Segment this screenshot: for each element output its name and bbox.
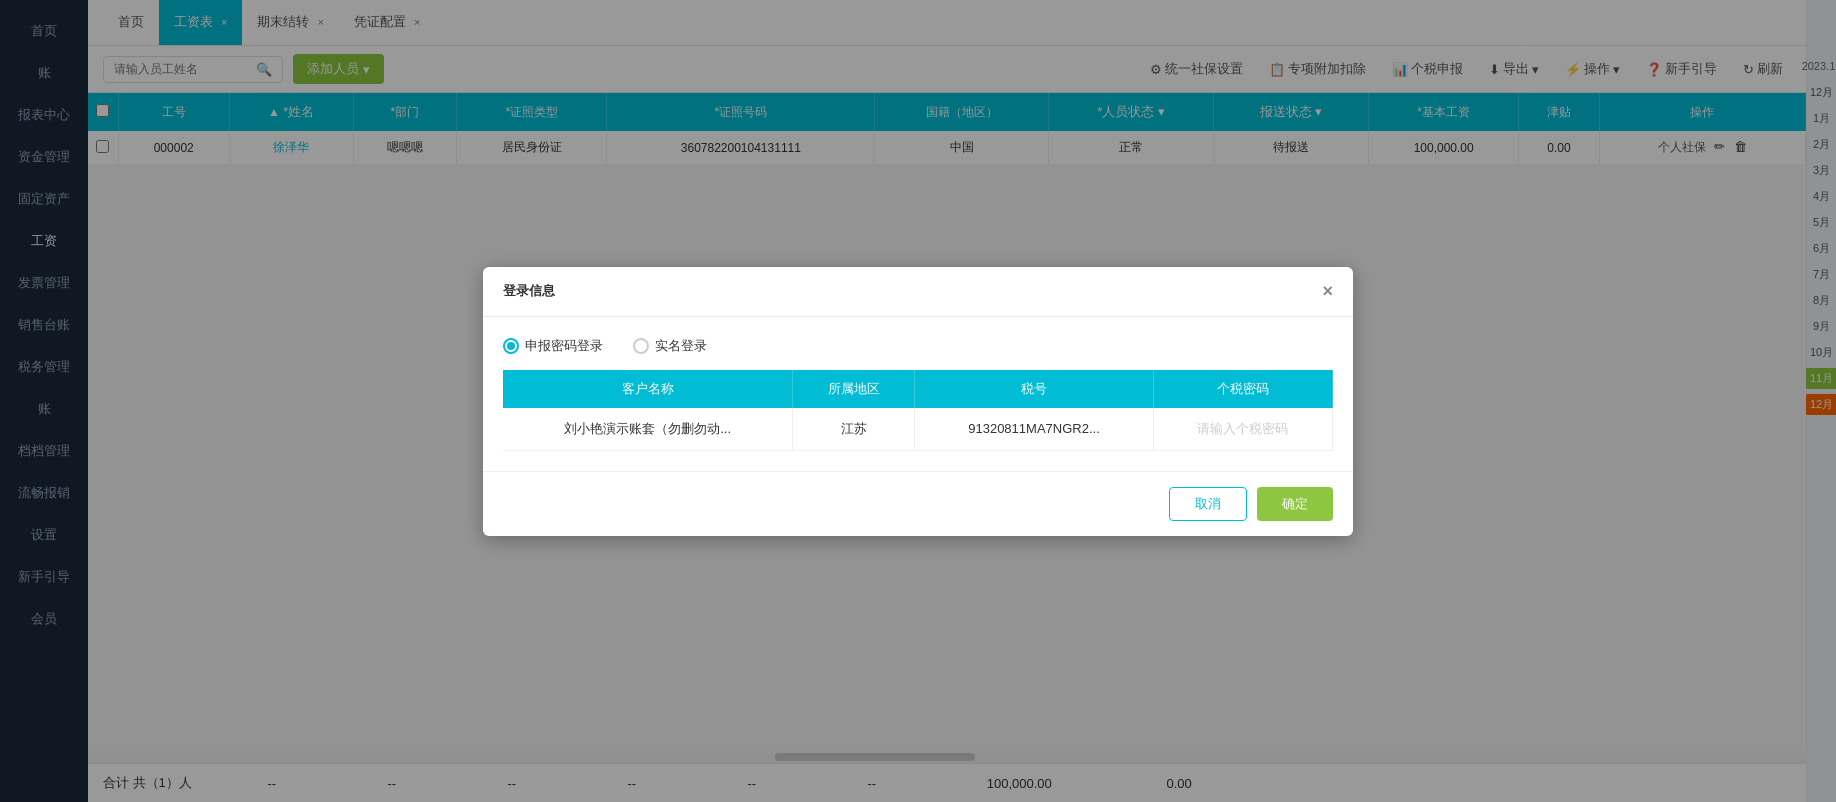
- confirm-button[interactable]: 确定: [1257, 487, 1333, 521]
- password-cell[interactable]: 请输入个税密码: [1153, 408, 1332, 451]
- radio-password-login[interactable]: 申报密码登录: [503, 337, 603, 355]
- tax-number-cell: 91320811MA7NGR2...: [915, 408, 1154, 451]
- customer-name-cell: 刘小艳演示账套（勿删勿动...: [503, 408, 793, 451]
- cancel-button[interactable]: 取消: [1169, 487, 1247, 521]
- radio-password-icon: [503, 338, 519, 354]
- col-region: 所属地区: [793, 370, 915, 408]
- region-cell: 江苏: [793, 408, 915, 451]
- dialog-overlay: 登录信息 × 申报密码登录 实名登录 客户名称 所属地区: [0, 0, 1836, 802]
- dialog-close-button[interactable]: ×: [1322, 281, 1333, 302]
- radio-realname-login[interactable]: 实名登录: [633, 337, 707, 355]
- dialog-table: 客户名称 所属地区 税号 个税密码 刘小艳演示账套（勿删勿动... 江苏 913…: [503, 370, 1333, 451]
- login-dialog: 登录信息 × 申报密码登录 实名登录 客户名称 所属地区: [483, 267, 1353, 536]
- radio-realname-icon: [633, 338, 649, 354]
- col-password: 个税密码: [1153, 370, 1332, 408]
- dialog-title: 登录信息: [503, 282, 555, 300]
- col-customer-name: 客户名称: [503, 370, 793, 408]
- col-tax-number: 税号: [915, 370, 1154, 408]
- dialog-table-row: 刘小艳演示账套（勿删勿动... 江苏 91320811MA7NGR2... 请输…: [503, 408, 1333, 451]
- dialog-body: 申报密码登录 实名登录 客户名称 所属地区 税号 个税密码: [483, 317, 1353, 471]
- radio-group: 申报密码登录 实名登录: [503, 337, 1333, 355]
- dialog-footer: 取消 确定: [483, 471, 1353, 536]
- dialog-header: 登录信息 ×: [483, 267, 1353, 317]
